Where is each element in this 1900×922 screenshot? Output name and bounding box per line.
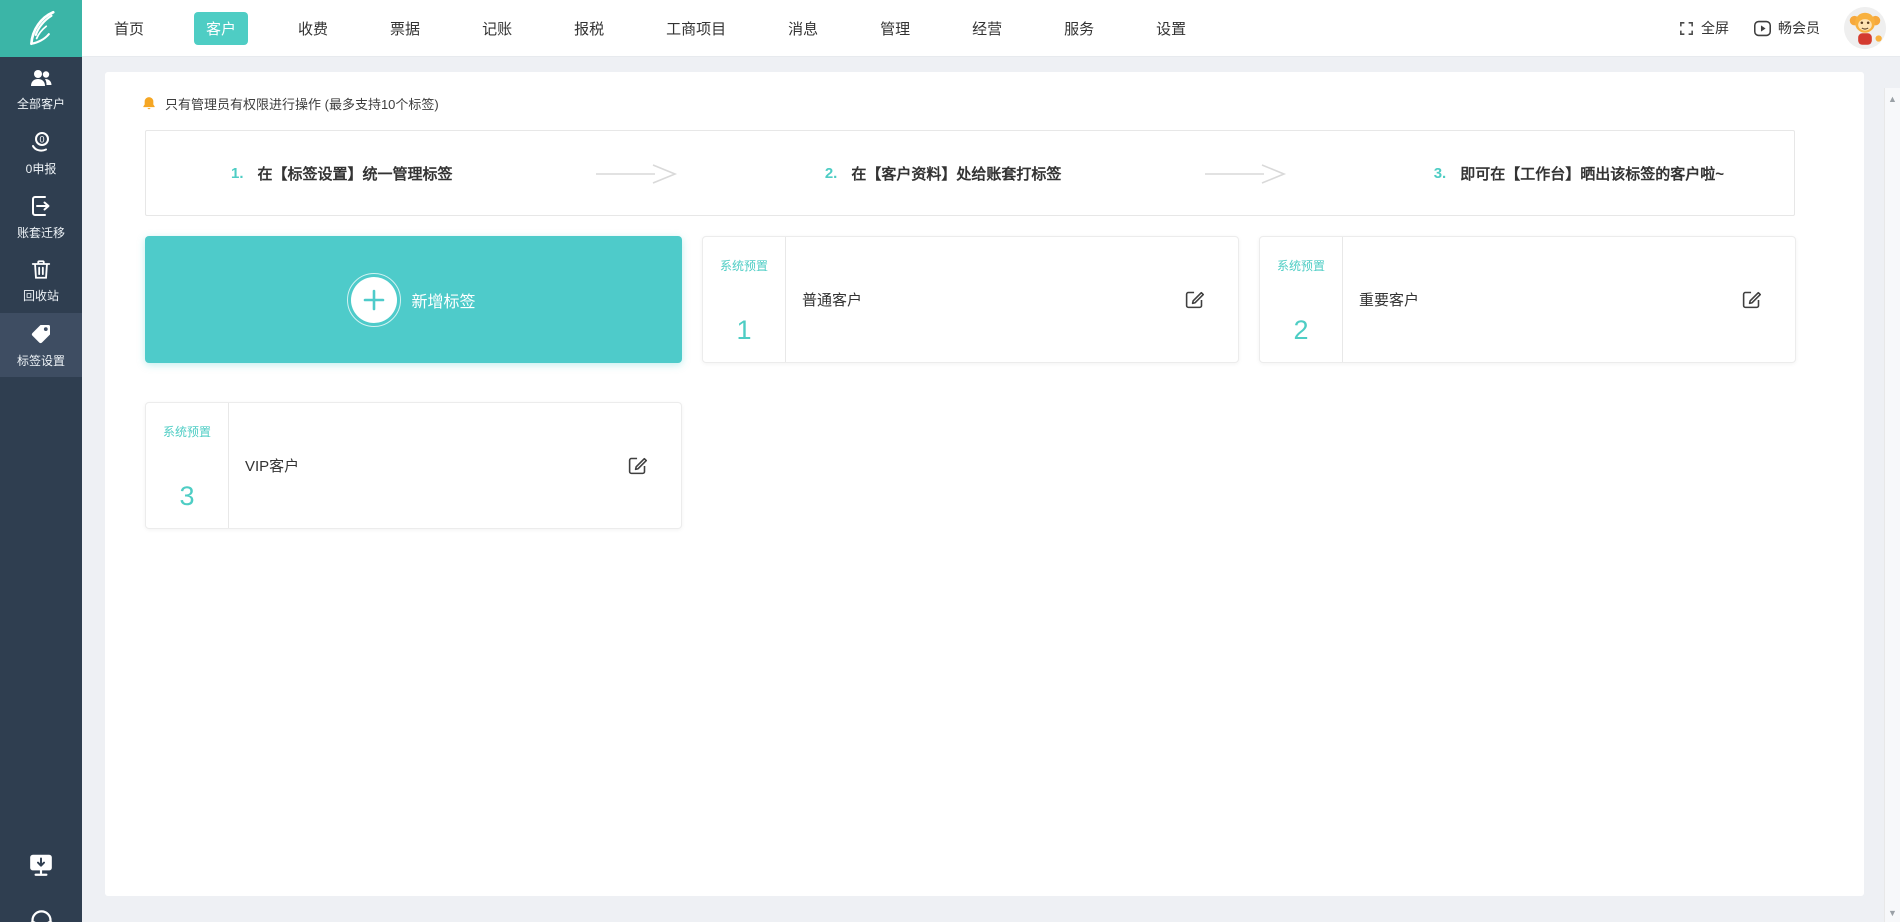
migrate-icon <box>29 194 53 218</box>
edit-tag-button[interactable] <box>627 455 648 476</box>
scroll-down-icon[interactable]: ▼ <box>1885 908 1900 918</box>
system-preset-badge: 系统预置 <box>719 259 768 273</box>
sidebar-item-label: 账套迁移 <box>16 225 65 240</box>
feather-logo-icon <box>20 7 62 49</box>
topbar-right: 全屏 畅会员 <box>1678 7 1900 49</box>
scroll-up-icon[interactable]: ▲ <box>1885 94 1900 104</box>
tag-number: 2 <box>1293 315 1309 345</box>
sidebar-item-migrate[interactable]: 账套迁移 <box>0 185 82 249</box>
edit-tag-button[interactable] <box>1741 289 1762 310</box>
sidebar-item-label: 全部客户 <box>16 96 65 111</box>
avatar[interactable] <box>1844 7 1886 49</box>
tag-number: 3 <box>179 481 195 511</box>
nav-management[interactable]: 管理 <box>868 12 922 45</box>
step-text: 在【标签设置】统一管理标签 <box>257 165 453 183</box>
nav-charging[interactable]: 收费 <box>286 12 340 45</box>
sidebar-item-tag-settings[interactable]: 标签设置 <box>0 313 82 377</box>
tag-number: 1 <box>736 315 752 345</box>
tag-card-left: 系统预置 2 <box>1260 237 1343 362</box>
nav-home[interactable]: 首页 <box>102 12 156 45</box>
tag-name: VIP客户 <box>245 458 300 475</box>
main-nav: 首页 客户 收费 票据 记账 报税 工商项目 消息 管理 经营 服务 设置 <box>102 11 1198 45</box>
member-label: 畅会员 <box>1778 20 1820 36</box>
recycle-bin-icon <box>30 258 52 281</box>
topbar: 首页 客户 收费 票据 记账 报税 工商项目 消息 管理 经营 服务 设置 全屏 <box>0 0 1900 57</box>
fullscreen-icon <box>1678 20 1695 37</box>
step-1: 1. 在【标签设置】统一管理标签 <box>231 163 453 184</box>
sidebar-item-label: 回收站 <box>22 289 59 303</box>
edit-icon <box>1741 289 1762 310</box>
tag-card-left: 系统预置 1 <box>703 237 786 362</box>
step-2: 2. 在【客户资料】处给账套打标签 <box>825 163 1062 184</box>
permission-notice: 只有管理员有权限进行操作 (最多支持10个标签) <box>141 94 1864 113</box>
plus-icon <box>347 272 402 327</box>
support-headset-icon[interactable] <box>28 906 55 922</box>
sidebar-item-label: 标签设置 <box>16 353 65 368</box>
nav-business-projects[interactable]: 工商项目 <box>654 12 738 45</box>
notice-text: 只有管理员有权限进行操作 (最多支持10个标签) <box>165 97 439 112</box>
step-text: 即可在【工作台】晒出该标签的客户啦~ <box>1460 165 1724 183</box>
step-text: 在【客户资料】处给账套打标签 <box>851 165 1062 183</box>
fullscreen-label: 全屏 <box>1701 20 1729 36</box>
app-root: 首页 客户 收费 票据 记账 报税 工商项目 消息 管理 经营 服务 设置 全屏 <box>0 0 1900 922</box>
nav-operations[interactable]: 经营 <box>960 12 1014 45</box>
play-video-icon <box>1753 20 1772 37</box>
content-panel: 只有管理员有权限进行操作 (最多支持10个标签) 1. 在【标签设置】统一管理标… <box>105 72 1864 896</box>
add-tag-button[interactable]: 新增标签 <box>145 236 682 363</box>
nav-services[interactable]: 服务 <box>1052 12 1106 45</box>
monkey-avatar-icon <box>1844 7 1886 49</box>
tags-grid: 新增标签 系统预置 1 普通客户 系统预置 2 重要客户 系统预置 3 VIP客… <box>145 236 1797 529</box>
arrow-right-icon <box>1202 160 1294 186</box>
step-number: 1. <box>231 164 244 182</box>
steps-guide: 1. 在【标签设置】统一管理标签 2. 在【客户资料】处给账套打标签 3. 即可… <box>145 130 1795 216</box>
tag-icon <box>29 322 53 346</box>
nav-invoices[interactable]: 票据 <box>378 12 432 45</box>
step-number: 2. <box>824 164 838 182</box>
app-logo <box>0 0 82 57</box>
system-preset-badge: 系统预置 <box>1276 259 1325 273</box>
edit-icon <box>1184 289 1205 310</box>
system-preset-badge: 系统预置 <box>162 425 211 439</box>
sidebar-item-all-customers[interactable]: 全部客户 <box>0 57 82 121</box>
vertical-scrollbar[interactable]: ▲ ▼ <box>1884 88 1900 922</box>
step-number: 3. <box>1433 164 1447 182</box>
tag-name: 重要客户 <box>1359 292 1420 309</box>
svg-text:0: 0 <box>39 134 44 144</box>
tag-card: 系统预置 2 重要客户 <box>1259 236 1796 363</box>
tag-name: 普通客户 <box>802 292 863 309</box>
sidebar: 全部客户 0 0申报 账套迁移 回收站 标签设置 <box>0 57 82 922</box>
member-button[interactable]: 畅会员 <box>1753 18 1820 38</box>
sidebar-bottom <box>0 850 82 922</box>
edit-icon <box>627 455 648 476</box>
client-download-icon[interactable] <box>28 850 54 880</box>
tag-card: 系统预置 3 VIP客户 <box>145 402 682 529</box>
sidebar-item-label: 0申报 <box>25 161 57 176</box>
bell-icon <box>141 95 157 112</box>
zero-declare-icon: 0 <box>29 130 53 154</box>
fullscreen-button[interactable]: 全屏 <box>1678 18 1729 38</box>
nav-bookkeeping[interactable]: 记账 <box>470 12 524 45</box>
nav-settings[interactable]: 设置 <box>1144 12 1198 45</box>
step-3: 3. 即可在【工作台】晒出该标签的客户啦~ <box>1434 163 1724 184</box>
tag-card: 系统预置 1 普通客户 <box>702 236 1239 363</box>
main-area: 只有管理员有权限进行操作 (最多支持10个标签) 1. 在【标签设置】统一管理标… <box>82 57 1884 922</box>
nav-messages[interactable]: 消息 <box>776 12 830 45</box>
edit-tag-button[interactable] <box>1184 289 1205 310</box>
customers-icon <box>29 67 53 89</box>
nav-tax[interactable]: 报税 <box>562 12 616 45</box>
nav-customers[interactable]: 客户 <box>194 11 249 45</box>
sidebar-item-recycle-bin[interactable]: 回收站 <box>0 249 82 313</box>
add-tag-label: 新增标签 <box>411 293 476 311</box>
tag-card-left: 系统预置 3 <box>146 403 229 528</box>
sidebar-item-zero-declare[interactable]: 0 0申报 <box>0 121 82 185</box>
arrow-right-icon <box>593 160 685 186</box>
